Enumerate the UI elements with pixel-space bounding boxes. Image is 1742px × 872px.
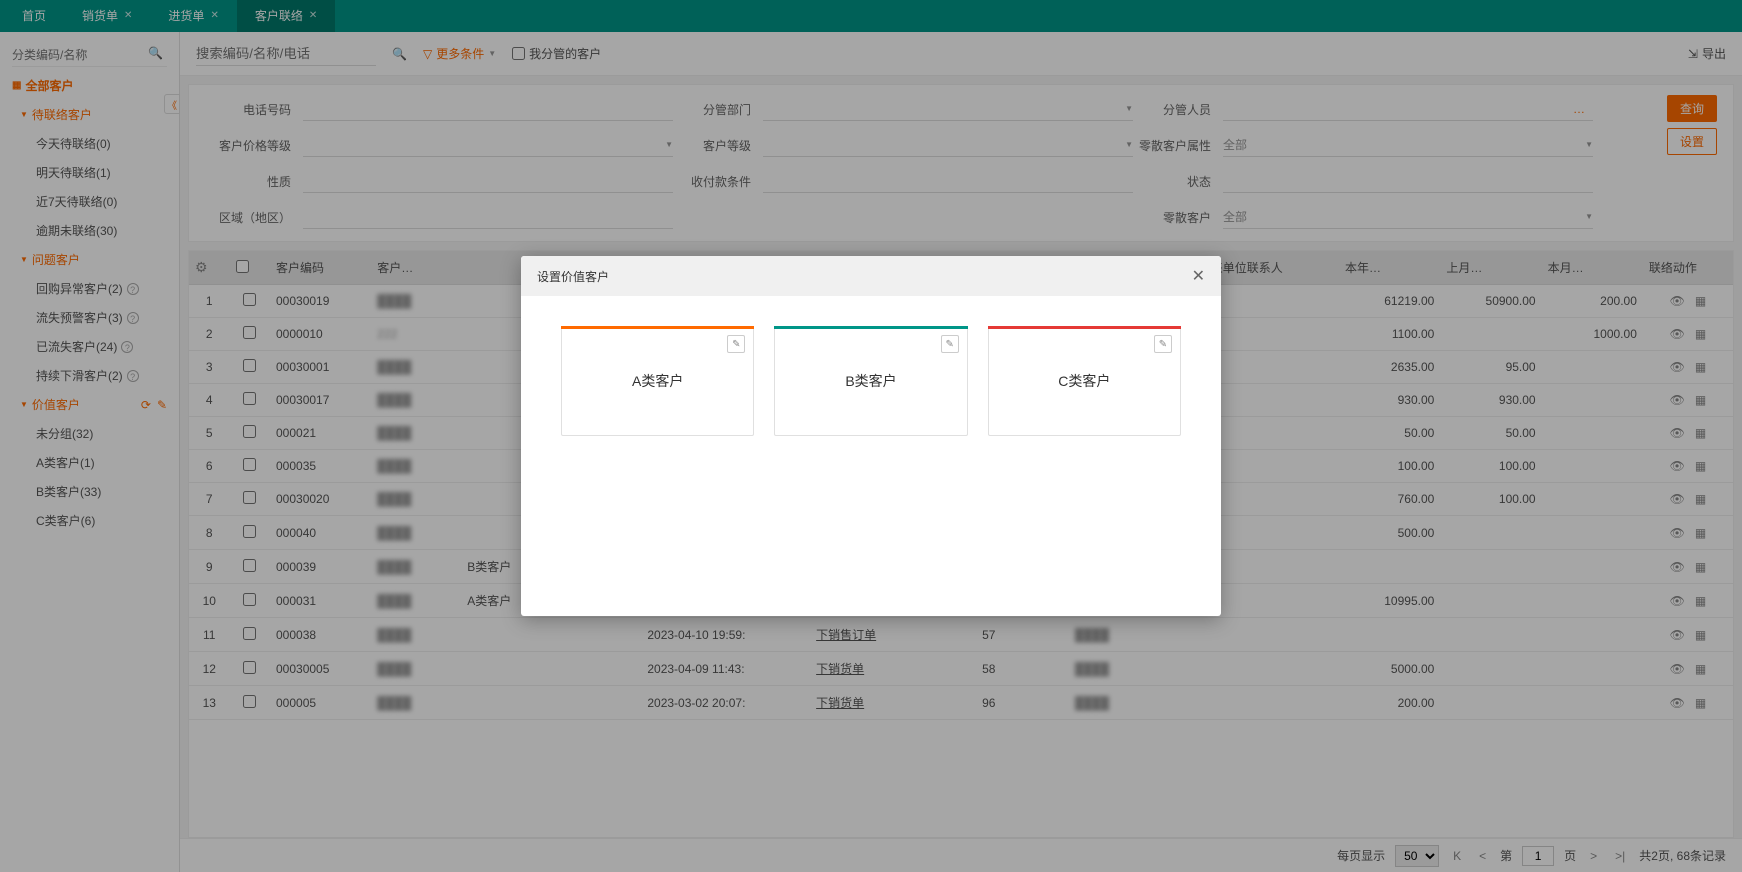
- close-icon[interactable]: ✕: [1192, 266, 1205, 286]
- card-c[interactable]: ✎ C类客户: [988, 326, 1181, 436]
- card-a[interactable]: ✎ A类客户: [561, 326, 754, 436]
- edit-icon[interactable]: ✎: [1154, 335, 1172, 353]
- edit-icon[interactable]: ✎: [941, 335, 959, 353]
- modal-title: 设置价值客户: [537, 268, 609, 285]
- card-b[interactable]: ✎ B类客户: [774, 326, 967, 436]
- card-title: C类客户: [1058, 371, 1110, 391]
- card-title: B类客户: [845, 371, 896, 391]
- value-customer-modal: 设置价值客户 ✕ ✎ A类客户 ✎ B类客户 ✎ C类客户: [521, 256, 1221, 616]
- edit-icon[interactable]: ✎: [727, 335, 745, 353]
- card-title: A类客户: [632, 371, 683, 391]
